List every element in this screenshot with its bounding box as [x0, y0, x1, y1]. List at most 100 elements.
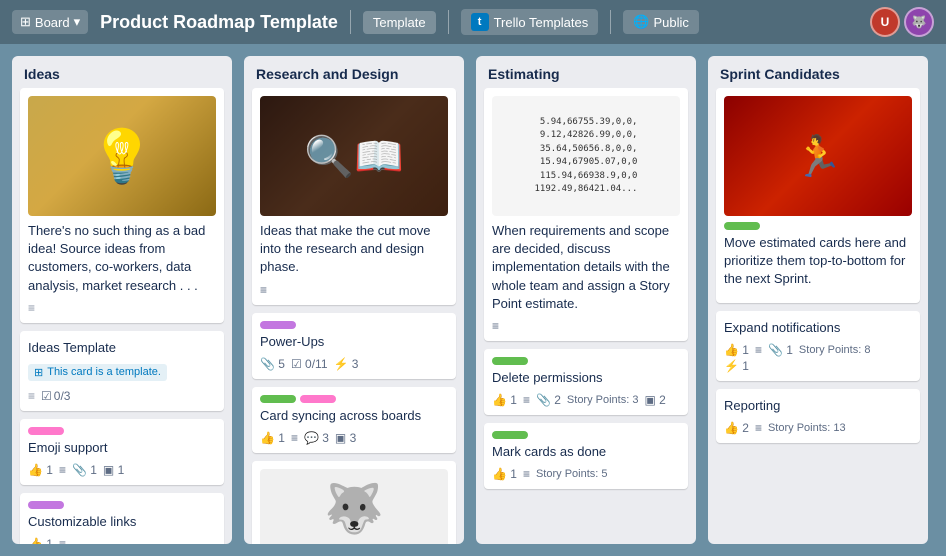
meta-desc: ≡ [260, 283, 267, 297]
meta-desc: ≡ [492, 319, 499, 333]
board-button[interactable]: ⊞ Board ▾ [12, 10, 88, 34]
label-purple [260, 321, 296, 329]
divider [448, 10, 449, 34]
card-text: Delete permissions [492, 369, 680, 387]
card-customizable-links[interactable]: Customizable links 👍 1 ≡ [20, 493, 224, 544]
card-image-sprint: 🏃 [724, 96, 912, 216]
template-badge-card: ⊞ This card is a template. [28, 364, 167, 381]
avatar-group: U 🐺 [870, 7, 934, 37]
card-text: Customizable links [28, 513, 216, 531]
label-green [492, 357, 528, 365]
meta-cover: ▣ 3 [335, 431, 356, 445]
card-expand-notifications[interactable]: Expand notifications 👍 1 ≡ 📎 1 Story Poi… [716, 311, 920, 381]
label-row [28, 427, 216, 435]
globe-icon: 🌐 [633, 14, 649, 30]
column-ideas: Ideas 💡 There's no such thing as a bad i… [12, 56, 232, 544]
card-mark-done[interactable]: Mark cards as done 👍 1 ≡ Story Points: 5 [484, 423, 688, 489]
label-green [492, 431, 528, 439]
card-meta: 👍 2 ≡ Story Points: 13 [724, 421, 912, 435]
board-area: Ideas 💡 There's no such thing as a bad i… [0, 44, 946, 556]
card-meta: 👍 1 ≡ 📎 1 ▣ 1 [28, 463, 216, 477]
card-text: There's no such thing as a bad idea! Sou… [28, 222, 216, 295]
card-meta: 👍 1 ≡ 💬 3 ▣ 3 [260, 431, 448, 445]
template-badge[interactable]: Template [363, 11, 436, 34]
card-estimating-description[interactable]: 5.94,66755.39,0,0, 9.12,42826.99,0,0, 35… [484, 88, 688, 341]
meta-desc: ≡ [523, 393, 530, 407]
card-image-ideas: 💡 [28, 96, 216, 216]
meta-checklist: ☑ 0/3 [41, 389, 70, 403]
label-purple [28, 501, 64, 509]
card-text: Mark cards as done [492, 443, 680, 461]
label-row [260, 321, 448, 329]
trello-templates-button[interactable]: t Trello Templates [461, 9, 599, 35]
card-text: Move estimated cards here and prioritize… [724, 234, 912, 289]
card-syncing[interactable]: Card syncing across boards 👍 1 ≡ 💬 3 ▣ 3 [252, 387, 456, 453]
page-title: Product Roadmap Template [100, 12, 338, 33]
meta-like: 👍 2 [724, 421, 749, 435]
meta-desc: ≡ [28, 301, 35, 315]
card-ideas-template[interactable]: Ideas Template ⊞ This card is a template… [20, 331, 224, 411]
meta-cover: ▣ 2 [644, 393, 665, 407]
meta-attach: 📎 1 [768, 343, 793, 357]
meta-like: 👍 1 [28, 537, 53, 544]
card-text: Ideas Template [28, 339, 216, 357]
card-reporting[interactable]: Reporting 👍 2 ≡ Story Points: 13 [716, 389, 920, 443]
column-body-sprint: 🏃 Move estimated cards here and prioriti… [708, 88, 928, 544]
card-image-research: 🔍📖 [260, 96, 448, 216]
label-pink [300, 395, 336, 403]
card-research-description[interactable]: 🔍📖 Ideas that make the cut move into the… [252, 88, 456, 305]
card-meta: 👍 1 ≡ Story Points: 5 [492, 467, 680, 481]
label-pink [28, 427, 64, 435]
public-button[interactable]: 🌐 Public [623, 10, 699, 34]
meta-desc: ≡ [28, 389, 35, 403]
card-ideas-description[interactable]: 💡 There's no such thing as a bad idea! S… [20, 88, 224, 323]
label-row [28, 501, 216, 509]
board-icon: ⊞ [20, 14, 31, 30]
card-text: When requirements and scope are decided,… [492, 222, 680, 313]
card-text: Power-Ups [260, 333, 448, 351]
card-delete-permissions[interactable]: Delete permissions 👍 1 ≡ 📎 2 Story Point… [484, 349, 688, 415]
label-row [492, 431, 680, 439]
column-body-research: 🔍📖 Ideas that make the cut move into the… [244, 88, 464, 544]
card-image-estimating: 5.94,66755.39,0,0, 9.12,42826.99,0,0, 35… [492, 96, 680, 216]
card-emoji-support[interactable]: Emoji support 👍 1 ≡ 📎 1 ▣ 1 [20, 419, 224, 485]
meta-powerup: ⚡ 1 [724, 359, 749, 373]
column-sprint: Sprint Candidates 🏃 Move estimated cards… [708, 56, 928, 544]
meta-story-points: Story Points: 13 [768, 422, 846, 434]
board-label: Board [35, 15, 70, 30]
card-power-ups[interactable]: Power-Ups 📎 5 ☑ 0/11 ⚡ 3 [252, 313, 456, 379]
meta-story-points: Story Points: 3 [567, 394, 639, 406]
meta-desc: ≡ [755, 343, 762, 357]
app-header: ⊞ Board ▾ Product Roadmap Template Templ… [0, 0, 946, 44]
trello-icon: t [471, 13, 489, 31]
meta-cover: ▣ 1 [103, 463, 124, 477]
public-label: Public [653, 15, 688, 30]
meta-desc: ≡ [523, 467, 530, 481]
label-green [260, 395, 296, 403]
column-body-estimating: 5.94,66755.39,0,0, 9.12,42826.99,0,0, 35… [476, 88, 696, 544]
meta-attach: 📎 2 [536, 393, 561, 407]
label-row [260, 395, 448, 403]
avatar[interactable]: U [870, 7, 900, 37]
label-row [492, 357, 680, 365]
card-meta: ≡ ☑ 0/3 [28, 389, 216, 403]
card-meta-2: ⚡ 1 [724, 359, 912, 373]
meta-desc: ≡ [755, 421, 762, 435]
card-text: Reporting [724, 397, 912, 415]
meta-like: 👍 1 [260, 431, 285, 445]
template-icon: ⊞ [34, 366, 43, 379]
avatar[interactable]: 🐺 [904, 7, 934, 37]
label-row [724, 222, 912, 230]
card-meta: 👍 1 ≡ 📎 2 Story Points: 3 ▣ 2 [492, 393, 680, 407]
column-research: Research and Design 🔍📖 Ideas that make t… [244, 56, 464, 544]
chevron-down-icon: ▾ [74, 14, 81, 30]
meta-like: 👍 1 [492, 467, 517, 481]
column-header-sprint: Sprint Candidates [708, 56, 928, 88]
meta-attach: 📎 1 [72, 463, 97, 477]
card-sprint-description[interactable]: 🏃 Move estimated cards here and prioriti… [716, 88, 920, 303]
card-text: Ideas that make the cut move into the re… [260, 222, 448, 277]
card-more-taco[interactable]: 🐺 More Taco! 👍 1 ≡ ▣ 1 ⚡ 1 ✕ 1 💬 4 [252, 461, 456, 544]
label-green [724, 222, 760, 230]
card-meta: 👍 1 ≡ 📎 1 Story Points: 8 [724, 343, 912, 357]
trello-templates-label: Trello Templates [494, 15, 589, 30]
